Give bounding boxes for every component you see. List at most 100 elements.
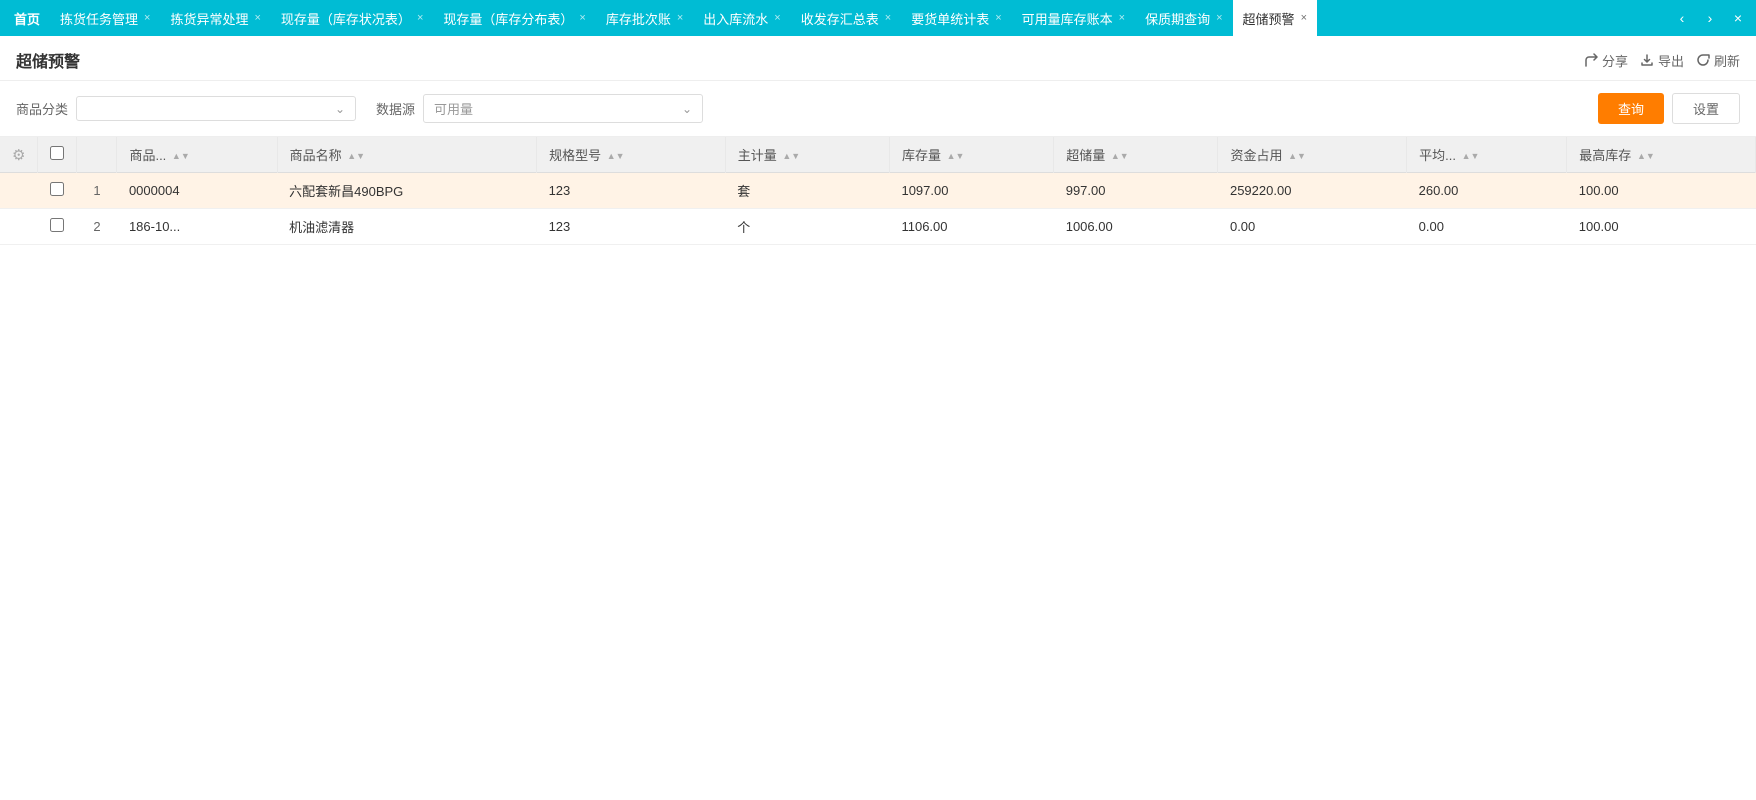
row-product-name: 机油滤清器 <box>277 209 536 245</box>
export-button[interactable]: 导出 <box>1640 51 1684 70</box>
close-icon[interactable]: × <box>1301 12 1307 24</box>
row-checkbox-cell <box>38 173 77 209</box>
table-row: 1 0000004 六配套新昌490BPG 123 套 1097.00 997.… <box>0 173 1756 209</box>
refresh-icon <box>1696 53 1710 67</box>
nav-home[interactable]: 首页 <box>4 0 50 36</box>
product-category-label: 商品分类 <box>16 99 68 118</box>
row-spec: 123 <box>537 173 726 209</box>
tab-6[interactable]: 出入库流水 × <box>693 0 790 36</box>
table-row: 2 186-10... 机油滤清器 123 个 1106.00 1006.00 … <box>0 209 1756 245</box>
data-source-select[interactable]: 可用量 ⌄ <box>423 94 703 123</box>
close-icon[interactable]: × <box>579 12 585 24</box>
row-capital: 0.00 <box>1218 209 1407 245</box>
col-gear: ⚙ <box>0 137 38 173</box>
nav-arrows: ‹ › × <box>1668 0 1752 36</box>
filter-buttons: 查询 设置 <box>1598 93 1740 124</box>
row-capital: 259220.00 <box>1218 173 1407 209</box>
row-checkbox-cell <box>38 209 77 245</box>
row-max-stock: 100.00 <box>1567 173 1756 209</box>
col-num-header <box>77 137 117 173</box>
close-icon[interactable]: × <box>144 12 150 24</box>
close-icon[interactable]: × <box>677 12 683 24</box>
tab-8[interactable]: 要货单统计表 × <box>901 0 1011 36</box>
export-icon <box>1640 53 1654 67</box>
close-icon[interactable]: × <box>774 12 780 24</box>
table-container: ⚙ 商品... ▲▼ 商品名称 ▲▼ 规格型号 <box>0 137 1756 245</box>
close-icon[interactable]: × <box>995 12 1001 24</box>
query-button[interactable]: 查询 <box>1598 93 1664 124</box>
row-avg: 260.00 <box>1407 173 1567 209</box>
sort-arrows-icon: ▲▼ <box>1288 152 1306 161</box>
data-source-value: 可用量 <box>434 99 473 118</box>
row-avg: 0.00 <box>1407 209 1567 245</box>
col-check-header <box>38 137 77 173</box>
page-title: 超储预警 <box>16 48 80 72</box>
row-unit: 个 <box>725 209 889 245</box>
close-icon[interactable]: × <box>254 12 260 24</box>
sort-arrows-icon: ▲▼ <box>1462 152 1480 161</box>
row-checkbox[interactable] <box>50 218 64 232</box>
data-table: ⚙ 商品... ▲▼ 商品名称 ▲▼ 规格型号 <box>0 137 1756 245</box>
sort-arrows-icon: ▲▼ <box>172 152 190 161</box>
tab-11[interactable]: 超储预警 × <box>1233 0 1317 36</box>
row-gear-cell <box>0 209 38 245</box>
settings-button[interactable]: 设置 <box>1672 93 1740 124</box>
row-spec: 123 <box>537 209 726 245</box>
row-over: 997.00 <box>1054 173 1218 209</box>
nav-next-button[interactable]: › <box>1696 0 1724 36</box>
row-checkbox[interactable] <box>50 182 64 196</box>
tab-1[interactable]: 拣货任务管理 × <box>50 0 160 36</box>
share-icon <box>1584 53 1598 67</box>
row-num: 2 <box>77 209 117 245</box>
col-capital-header[interactable]: 资金占用 ▲▼ <box>1218 137 1407 173</box>
share-button[interactable]: 分享 <box>1584 51 1628 70</box>
row-stock: 1106.00 <box>889 209 1053 245</box>
gear-icon[interactable]: ⚙ <box>12 147 25 164</box>
row-stock: 1097.00 <box>889 173 1053 209</box>
sort-arrows-icon: ▲▼ <box>947 152 965 161</box>
product-category-filter: 商品分类 ⌄ <box>16 96 356 121</box>
table-header-row: ⚙ 商品... ▲▼ 商品名称 ▲▼ 规格型号 <box>0 137 1756 173</box>
chevron-down-icon: ⌄ <box>335 102 345 116</box>
close-icon[interactable]: × <box>1119 12 1125 24</box>
col-max-header[interactable]: 最高库存 ▲▼ <box>1567 137 1756 173</box>
col-product-code-header[interactable]: 商品... ▲▼ <box>117 137 277 173</box>
header-actions: 分享 导出 刷新 <box>1584 51 1740 70</box>
select-all-checkbox[interactable] <box>50 146 64 160</box>
tab-10[interactable]: 保质期查询 × <box>1135 0 1232 36</box>
close-icon[interactable]: × <box>885 12 891 24</box>
nav-close-button[interactable]: × <box>1724 0 1752 36</box>
col-unit-header[interactable]: 主计量 ▲▼ <box>725 137 889 173</box>
sort-arrows-icon: ▲▼ <box>1111 152 1129 161</box>
col-avg-header[interactable]: 平均... ▲▼ <box>1407 137 1567 173</box>
chevron-down-icon: ⌄ <box>682 102 692 116</box>
sort-arrows-icon: ▲▼ <box>607 152 625 161</box>
row-product-code: 186-10... <box>117 209 277 245</box>
data-source-filter: 数据源 可用量 ⌄ <box>376 94 703 123</box>
col-stock-header[interactable]: 库存量 ▲▼ <box>889 137 1053 173</box>
table-body: 1 0000004 六配套新昌490BPG 123 套 1097.00 997.… <box>0 173 1756 245</box>
col-spec-header[interactable]: 规格型号 ▲▼ <box>537 137 726 173</box>
row-unit: 套 <box>725 173 889 209</box>
nav-prev-button[interactable]: ‹ <box>1668 0 1696 36</box>
product-category-select[interactable]: ⌄ <box>76 96 356 121</box>
tab-5[interactable]: 库存批次账 × <box>596 0 693 36</box>
row-num: 1 <box>77 173 117 209</box>
refresh-button[interactable]: 刷新 <box>1696 51 1740 70</box>
tab-4[interactable]: 现存量（库存分布表） × <box>433 0 595 36</box>
tab-7[interactable]: 收发存汇总表 × <box>791 0 901 36</box>
col-over-header[interactable]: 超储量 ▲▼ <box>1054 137 1218 173</box>
tab-2[interactable]: 拣货异常处理 × <box>160 0 270 36</box>
filter-area: 商品分类 ⌄ 数据源 可用量 ⌄ 查询 设置 <box>0 81 1756 136</box>
row-gear-cell <box>0 173 38 209</box>
sort-arrows-icon: ▲▼ <box>782 152 800 161</box>
tab-3[interactable]: 现存量（库存状况表） × <box>271 0 433 36</box>
close-icon[interactable]: × <box>417 12 423 24</box>
sort-arrows-icon: ▲▼ <box>347 152 365 161</box>
sort-arrows-icon: ▲▼ <box>1637 152 1655 161</box>
close-icon[interactable]: × <box>1216 12 1222 24</box>
nav-bar: 首页 拣货任务管理 × 拣货异常处理 × 现存量（库存状况表） × 现存量（库存… <box>0 0 1756 36</box>
col-product-name-header[interactable]: 商品名称 ▲▼ <box>277 137 536 173</box>
row-product-code: 0000004 <box>117 173 277 209</box>
tab-9[interactable]: 可用量库存账本 × <box>1012 0 1135 36</box>
